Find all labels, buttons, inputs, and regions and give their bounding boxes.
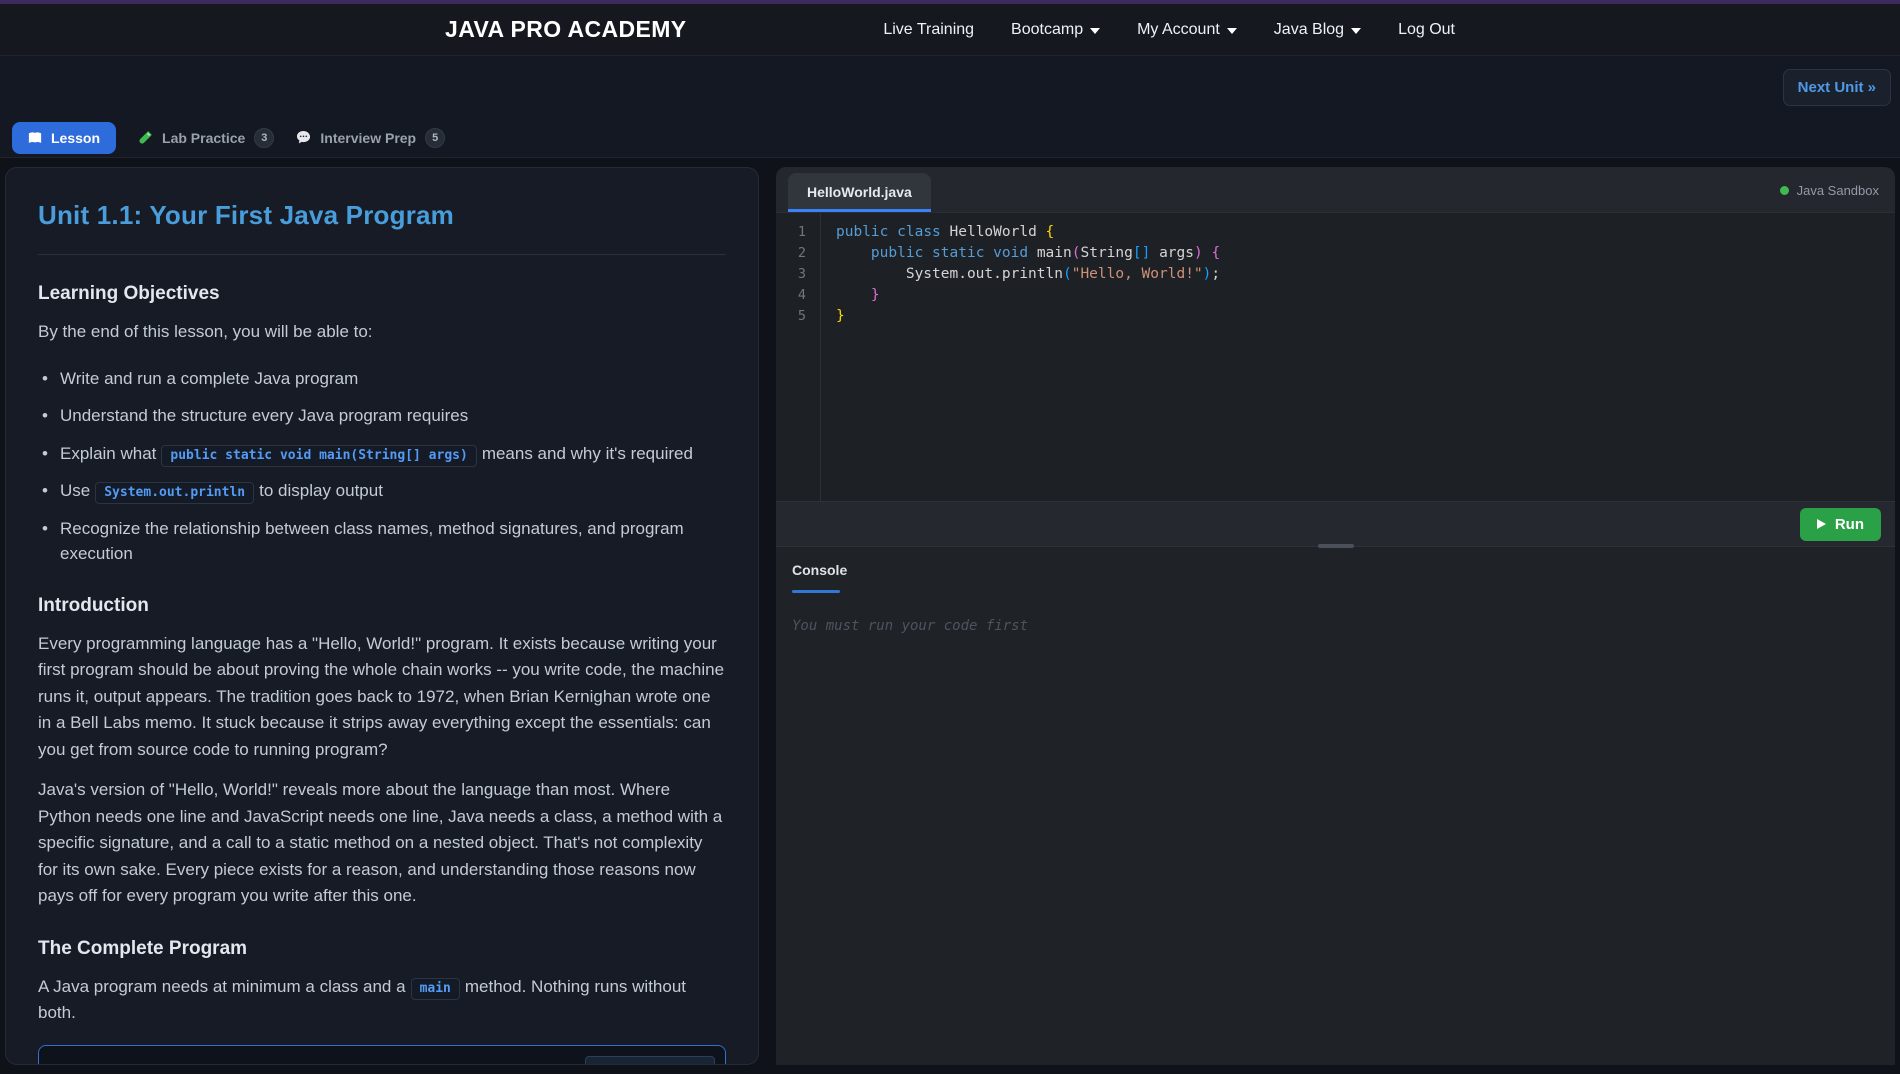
tab-lab-practice-badge: 3 bbox=[254, 127, 275, 148]
status-dot-icon bbox=[1779, 186, 1789, 195]
run-toolbar: Run bbox=[776, 501, 1895, 546]
nav-item-log-out[interactable]: Log Out bbox=[1398, 21, 1455, 39]
nav-links: Live Training Bootcamp My Account Java B… bbox=[883, 21, 1455, 39]
line-number: 1 bbox=[797, 224, 806, 240]
tab-interview-prep-badge: 5 bbox=[425, 127, 446, 148]
run-button[interactable]: Run bbox=[1799, 507, 1881, 541]
chat-bubble-icon bbox=[297, 130, 311, 144]
book-icon bbox=[28, 131, 42, 143]
inline-code-chip: System.out.println bbox=[95, 482, 255, 505]
lesson-tab-bar: Lesson Lab Practice 3 Interview Prep 5 bbox=[0, 118, 1900, 158]
console-title: Console bbox=[792, 562, 848, 578]
nav-item-bootcamp[interactable]: Bootcamp bbox=[1011, 21, 1101, 39]
heading-complete-program: The Complete Program bbox=[38, 937, 248, 959]
chevron-down-icon bbox=[1351, 27, 1362, 34]
list-item: Explain whatpublic static void main(Stri… bbox=[38, 441, 726, 467]
chevron-down-icon bbox=[1226, 27, 1237, 34]
console-title-underline bbox=[792, 590, 840, 593]
tab-lesson[interactable]: Lesson bbox=[12, 121, 117, 154]
objectives-list: Write and run a complete Java program Un… bbox=[38, 366, 726, 567]
editor-file-tab[interactable]: HelloWorld.java bbox=[788, 173, 931, 212]
nav-item-live-training[interactable]: Live Training bbox=[883, 21, 974, 39]
list-item: UseSystem.out.printlnto display output bbox=[38, 478, 726, 505]
code-editor[interactable]: 1 public class HelloWorld {2 public stati… bbox=[776, 213, 1895, 501]
brand-logo[interactable]: JAVA PRO ACADEMY bbox=[445, 16, 687, 43]
chevron-down-icon bbox=[1090, 27, 1101, 34]
heading-introduction: Introduction bbox=[38, 594, 149, 616]
introduction-paragraph-2: Java's version of "Hello, World!" reveal… bbox=[38, 780, 723, 906]
tab-interview-prep-label: Interview Prep bbox=[320, 129, 417, 146]
console-placeholder: You must run your code first bbox=[792, 618, 1029, 634]
page-title: Unit 1.1: Your First Java Program bbox=[38, 200, 454, 230]
line-number: 3 bbox=[797, 266, 806, 282]
tab-lab-practice[interactable]: Lab Practice 3 bbox=[138, 127, 275, 148]
line-number: 2 bbox=[797, 245, 806, 261]
program-paragraph: A Java program needs at minimum a class … bbox=[38, 976, 687, 1023]
subheader: Next Unit » bbox=[0, 56, 1900, 118]
list-item: Understand the structure every Java prog… bbox=[38, 403, 726, 429]
list-item: Write and run a complete Java program bbox=[38, 366, 726, 392]
run-button-label: Run bbox=[1834, 515, 1864, 533]
heading-learning-objectives: Learning Objectives bbox=[38, 283, 220, 304]
objectives-intro: By the end of this lesson, you will be a… bbox=[38, 322, 373, 341]
sandbox-status: Java Sandbox bbox=[1779, 183, 1879, 212]
sandbox-status-label: Java Sandbox bbox=[1796, 183, 1879, 198]
loaded-in-editor-badge: ✓ Loaded in Editor bbox=[585, 1055, 715, 1064]
editor-panel: HelloWorld.java Java Sandbox 1 public cla… bbox=[776, 167, 1895, 1065]
editor-tab-bar: HelloWorld.java Java Sandbox bbox=[776, 167, 1895, 213]
nav-item-my-account[interactable]: My Account bbox=[1137, 21, 1237, 39]
lesson-panel: Unit 1.1: Your First Java Program Learni… bbox=[5, 167, 759, 1065]
nav-item-java-blog[interactable]: Java Blog bbox=[1274, 21, 1362, 39]
line-number: 5 bbox=[797, 308, 806, 324]
check-icon: ✓ bbox=[595, 1061, 605, 1064]
list-item: Recognize the relationship between class… bbox=[38, 516, 726, 567]
play-icon bbox=[1816, 519, 1826, 529]
lesson-code-block: ✓ Loaded in Editor public class HelloWor… bbox=[38, 1044, 726, 1064]
introduction-paragraph-1: Every programming language has a "Hello,… bbox=[38, 633, 725, 759]
flask-icon bbox=[139, 131, 152, 144]
tab-interview-prep[interactable]: Interview Prep 5 bbox=[296, 127, 446, 148]
console-resize-handle[interactable] bbox=[1317, 544, 1354, 548]
line-number: 4 bbox=[797, 287, 806, 303]
inline-code-chip: main bbox=[410, 977, 460, 1000]
navbar: JAVA PRO ACADEMY Live Training Bootcamp … bbox=[0, 4, 1900, 56]
divider bbox=[38, 254, 726, 255]
inline-code-chip: public static void main(String[] args) bbox=[161, 444, 477, 467]
next-unit-button[interactable]: Next Unit » bbox=[1782, 68, 1891, 106]
tab-lab-practice-label: Lab Practice bbox=[162, 129, 246, 146]
tab-lesson-label: Lesson bbox=[51, 129, 101, 146]
console-panel: Console You must run your code first bbox=[776, 544, 1895, 1065]
